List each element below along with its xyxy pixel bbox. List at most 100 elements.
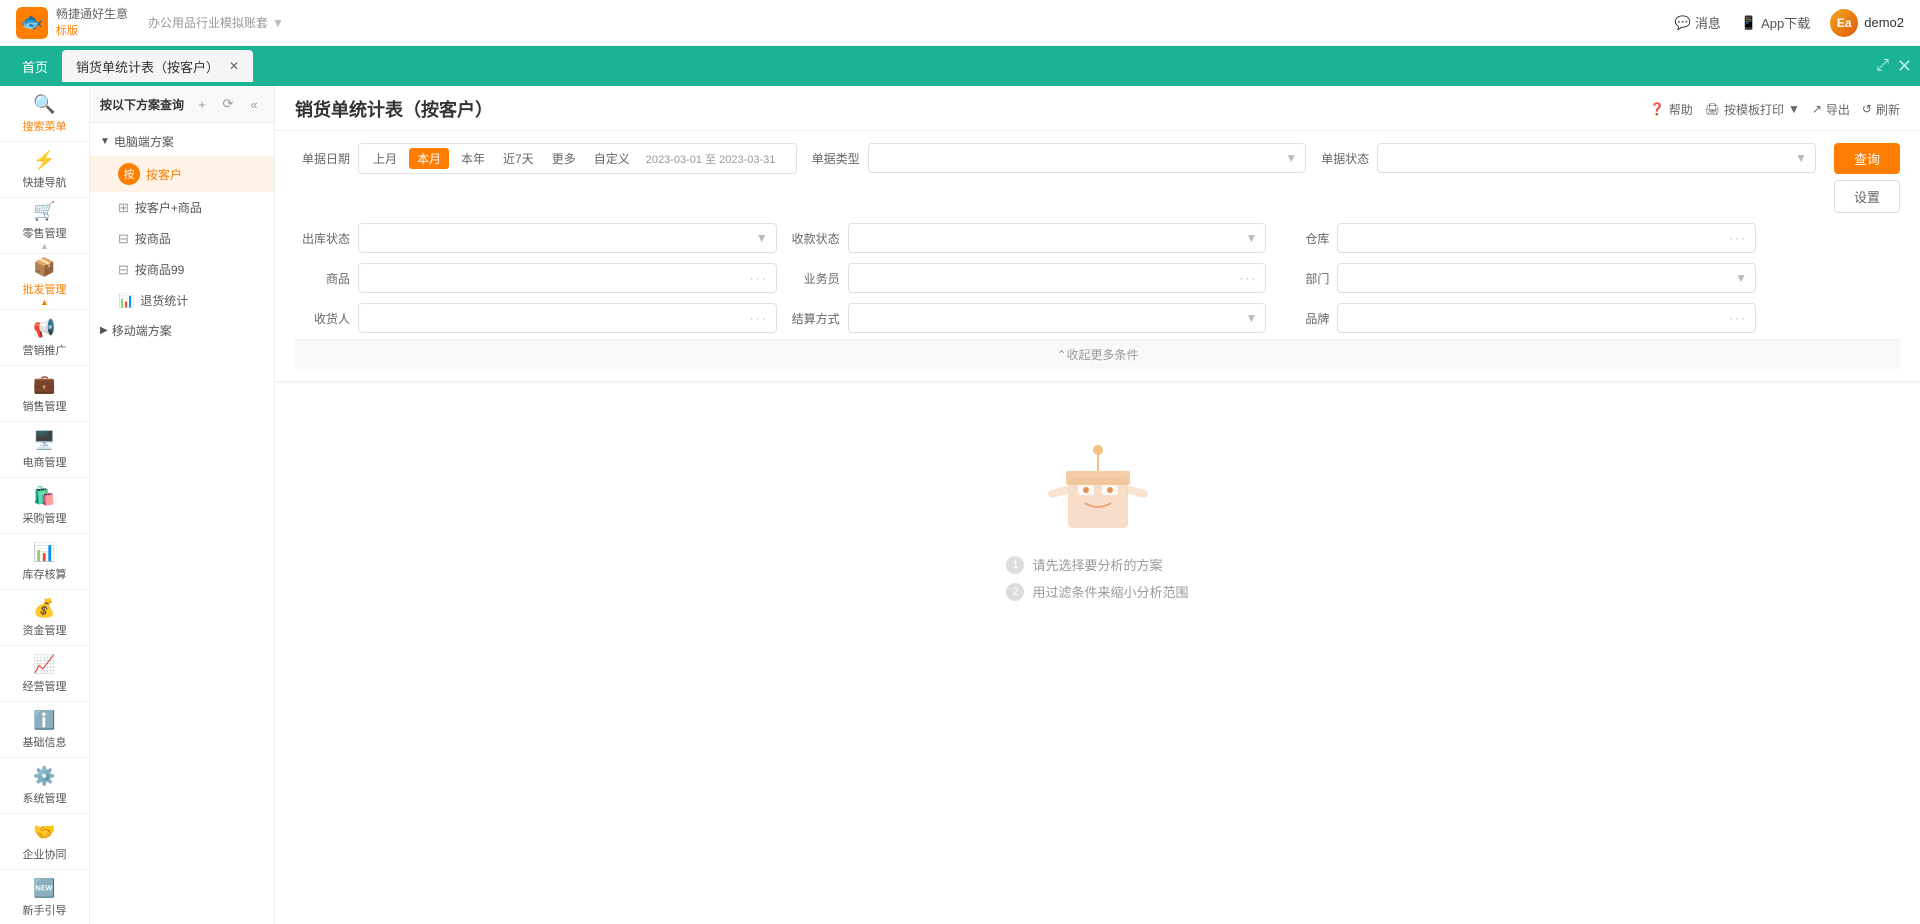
marketing-icon: 📢 — [33, 318, 55, 339]
tree-item-return-stats[interactable]: 📊 退货统计 — [90, 285, 274, 316]
retail-icon: 🛒 — [33, 201, 55, 222]
message-btn[interactable]: 💬 消息 — [1675, 13, 1721, 32]
sidebar-item-ecommerce[interactable]: 🖥️ 电商管理 — [0, 422, 89, 478]
sidebar-item-finance[interactable]: 💰 资金管理 — [0, 590, 89, 646]
department-select[interactable]: ▼ — [1337, 263, 1756, 293]
app-download-btn[interactable]: 📱 App下载 — [1741, 13, 1810, 32]
chart-icon: 📊 — [118, 293, 134, 309]
grid-icon: ⊞ — [118, 200, 129, 216]
bill-status-select[interactable]: ▼ — [1377, 143, 1816, 173]
department-cell: 部门 ▼ — [1274, 263, 1756, 293]
tree-item-by-customer-goods[interactable]: ⊞ 按客户+商品 — [90, 192, 274, 223]
arrow-down-icon: ▼ — [100, 136, 110, 147]
help-btn[interactable]: ❓ 帮助 — [1650, 101, 1693, 118]
salesperson-select[interactable]: ··· — [848, 263, 1267, 293]
tree-group-mobile-header[interactable]: ▶ 移动端方案 — [90, 316, 274, 345]
date-this-year-btn[interactable]: 本年 — [455, 148, 491, 169]
recipient-cell: 收货人 ··· — [295, 303, 777, 333]
settle-method-select[interactable]: ▼ — [848, 303, 1267, 333]
payment-status-select[interactable]: ▼ — [848, 223, 1267, 253]
warehouse-select[interactable]: ··· — [1337, 223, 1756, 253]
message-icon: 💬 — [1675, 15, 1691, 31]
sidebar-item-purchase[interactable]: 🛍️ 采购管理 — [0, 478, 89, 534]
date-filter-control[interactable]: 上月 本月 本年 近7天 更多 自定义 2023-03-01 至 2023-03… — [358, 143, 797, 174]
filter-section: 单据日期 上月 本月 本年 近7天 更多 自定义 2023-03-01 至 20… — [275, 131, 1920, 381]
brand-cell: 品牌 ··· — [1274, 303, 1756, 333]
top-header: 🐟 畅捷通好生意 标版 办公用品行业模拟账套 ▼ 💬 消息 📱 App下载 Ea… — [0, 0, 1920, 46]
bill-type-cell: 单据类型 ▼ — [805, 143, 1307, 173]
sidebar-item-system[interactable]: ⚙️ 系统管理 — [0, 758, 89, 814]
date-7days-btn[interactable]: 近7天 — [497, 148, 540, 169]
hint-num-1: 1 — [1006, 556, 1024, 574]
brand-select[interactable]: ··· — [1337, 303, 1756, 333]
sidebar-item-operations[interactable]: 📈 经营管理 — [0, 646, 89, 702]
logo-text: 畅捷通好生意 标版 — [56, 7, 128, 39]
payment-status-arrow-icon: ▼ — [1245, 231, 1257, 245]
date-this-month-btn[interactable]: 本月 — [409, 148, 449, 169]
goods-select[interactable]: ··· — [358, 263, 777, 293]
panel-actions: + ⟳ « — [192, 94, 264, 114]
sidebar-item-inventory[interactable]: 📊 库存核算 — [0, 534, 89, 590]
out-status-arrow-icon: ▼ — [756, 231, 768, 245]
out-status-select[interactable]: ▼ — [358, 223, 777, 253]
empty-illustration — [1038, 423, 1158, 543]
tab-home[interactable]: 首页 — [8, 50, 62, 82]
user-area[interactable]: Ea demo2 — [1830, 9, 1904, 37]
empty-hint-2: 2 用过滤条件来缩小分析范围 — [1006, 582, 1188, 601]
maximize-btn[interactable]: ⤢ — [1876, 57, 1889, 75]
bill-type-label: 单据类型 — [805, 150, 860, 167]
department-label: 部门 — [1274, 270, 1329, 287]
sidebar-item-retail[interactable]: 🛒 零售管理 ▲ — [0, 198, 89, 254]
left-panel: 按以下方案查询 + ⟳ « ▼ 电脑端方案 按 按客户 ⊞ 按客户+商品 — [90, 86, 275, 924]
tree-item-label: 按客户+商品 — [135, 199, 202, 216]
filter-row-1: 单据日期 上月 本月 本年 近7天 更多 自定义 2023-03-01 至 20… — [295, 143, 1900, 213]
page-title-row: 销货单统计表（按客户） ❓ 帮助 🖨 按模板打印 ▼ ↗ 导出 — [295, 96, 1900, 122]
sidebar-item-search[interactable]: 🔍 搜索菜单 — [0, 86, 89, 142]
collapse-more-btn[interactable]: ⌃ 收起更多条件 — [295, 339, 1900, 369]
tree-group-desktop-header[interactable]: ▼ 电脑端方案 — [90, 127, 274, 156]
print-btn[interactable]: 🖨 按模板打印 ▼ — [1705, 101, 1800, 118]
bill-status-arrow-icon: ▼ — [1795, 151, 1807, 165]
tab-sales-stats[interactable]: 销货单统计表（按客户） ✕ — [62, 50, 253, 82]
filter-row-2: 出库状态 ▼ 收款状态 ▼ 仓库 — [295, 223, 1900, 253]
help-icon: ❓ — [1650, 102, 1665, 116]
bill-type-select[interactable]: ▼ — [868, 143, 1307, 173]
quick-nav-icon: ⚡ — [33, 150, 55, 171]
left-panel-header: 按以下方案查询 + ⟳ « — [90, 86, 274, 123]
sidebar-item-marketing[interactable]: 📢 营销推广 — [0, 310, 89, 366]
export-btn[interactable]: ↗ 导出 — [1812, 101, 1850, 118]
collapse-panel-btn[interactable]: « — [244, 94, 264, 114]
header-right: 💬 消息 📱 App下载 Ea demo2 — [1675, 9, 1904, 37]
sidebar-item-quick-nav[interactable]: ⚡ 快捷导航 — [0, 142, 89, 198]
date-prev-month-btn[interactable]: 上月 — [367, 148, 403, 169]
tab-close-icon[interactable]: ✕ — [229, 59, 239, 73]
settings-btn[interactable]: 设置 — [1834, 180, 1900, 213]
close-tab-btn[interactable]: ✕ — [1897, 56, 1912, 77]
query-btn[interactable]: 查询 — [1834, 143, 1900, 174]
cooperation-icon: 🤝 — [33, 822, 55, 843]
refresh-scheme-btn[interactable]: ⟳ — [218, 94, 238, 114]
tree-group-mobile: ▶ 移动端方案 — [90, 316, 274, 345]
refresh-btn[interactable]: ↺ 刷新 — [1862, 101, 1900, 118]
date-custom-btn[interactable]: 自定义 — [588, 148, 636, 169]
wholesale-icon: 📦 — [33, 257, 55, 278]
recipient-select[interactable]: ··· — [358, 303, 777, 333]
sidebar-item-newbie[interactable]: 🆕 新手引导 — [0, 870, 89, 924]
tree-item-by-customer[interactable]: 按 按客户 — [90, 156, 274, 192]
sidebar-item-cooperation[interactable]: 🤝 企业协同 — [0, 814, 89, 870]
logo-area: 🐟 畅捷通好生意 标版 办公用品行业模拟账套 ▼ — [16, 7, 284, 39]
filter-row-3: 商品 ··· 业务员 ··· 部门 — [295, 263, 1900, 293]
tree-item-by-goods99[interactable]: ⊟ 按商品99 — [90, 254, 274, 285]
sidebar-item-sales[interactable]: 💼 销售管理 — [0, 366, 89, 422]
bill-status-cell: 单据状态 ▼ — [1314, 143, 1816, 173]
bill-type-arrow-icon: ▼ — [1285, 151, 1297, 165]
add-scheme-btn[interactable]: + — [192, 94, 212, 114]
date-more-btn[interactable]: 更多 — [546, 148, 582, 169]
bill-status-label: 单据状态 — [1314, 150, 1369, 167]
warehouse-dots-icon: ··· — [1729, 231, 1747, 245]
tree-item-by-goods[interactable]: ⊟ 按商品 — [90, 223, 274, 254]
sidebar-item-basic-info[interactable]: ℹ️ 基础信息 — [0, 702, 89, 758]
avatar: Ea — [1830, 9, 1858, 37]
department-arrow-icon: ▼ — [1735, 271, 1747, 285]
sidebar-item-wholesale[interactable]: 📦 批发管理 ▲ — [0, 254, 89, 310]
